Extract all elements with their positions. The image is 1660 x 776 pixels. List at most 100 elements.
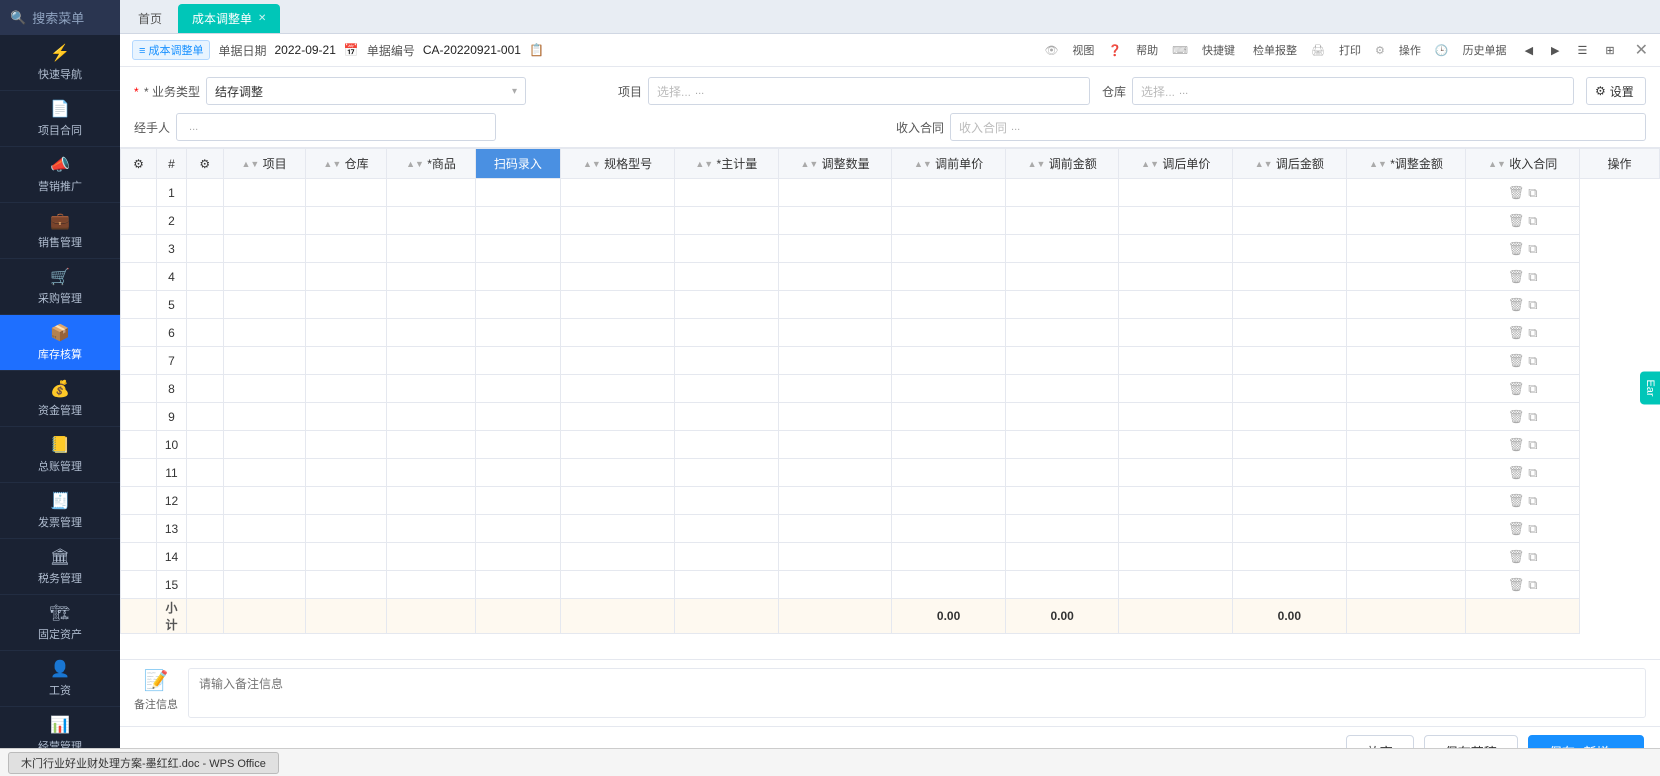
cell-pre_amount-10[interactable] <box>892 431 1006 459</box>
cell-pre_price-5[interactable] <box>778 291 892 319</box>
right-edge-tab[interactable]: Ear <box>1640 371 1660 404</box>
cell-spec-12[interactable] <box>475 487 561 515</box>
cell-project-13[interactable] <box>187 515 224 543</box>
cell-product-1[interactable] <box>305 179 387 207</box>
cell-post_amount-13[interactable] <box>1119 515 1233 543</box>
cell-warehouse-6[interactable] <box>223 319 305 347</box>
cell-product-5[interactable] <box>305 291 387 319</box>
row-delete-6[interactable]: 🗑 <box>1508 325 1525 341</box>
cell-income_contract-8[interactable] <box>1346 375 1466 403</box>
row-copy-7[interactable]: ⧉ <box>1528 353 1537 369</box>
row-delete-2[interactable]: 🗑 <box>1508 213 1525 229</box>
cell-post_amount-3[interactable] <box>1119 235 1233 263</box>
cell-income_contract-12[interactable] <box>1346 487 1466 515</box>
cell-qty-2[interactable] <box>674 207 778 235</box>
th-income_contract[interactable]: ▲▼ 收入合同 <box>1466 149 1580 179</box>
cell-product-2[interactable] <box>305 207 387 235</box>
cell-project-5[interactable] <box>187 291 224 319</box>
cell-income_contract-5[interactable] <box>1346 291 1466 319</box>
cell-project-12[interactable] <box>187 487 224 515</box>
cell-product-4[interactable] <box>305 263 387 291</box>
cell-project-14[interactable] <box>187 543 224 571</box>
cell-scan-11[interactable] <box>387 459 475 487</box>
row-copy-9[interactable]: ⧉ <box>1528 409 1537 425</box>
nav-prev-btn[interactable]: ◀ <box>1521 42 1537 59</box>
cell-post_price-6[interactable] <box>1005 319 1119 347</box>
cell-scan-5[interactable] <box>387 291 475 319</box>
income-contract-input[interactable]: 收入合同 ... <box>950 113 1646 141</box>
cell-income_contract-9[interactable] <box>1346 403 1466 431</box>
cell-post_price-13[interactable] <box>1005 515 1119 543</box>
cell-unit-4[interactable] <box>561 263 675 291</box>
business-type-input[interactable]: 结存调整 ▾ <box>206 77 526 105</box>
cell-unit-7[interactable] <box>561 347 675 375</box>
cell-income_contract-1[interactable] <box>1346 179 1466 207</box>
cell-warehouse-9[interactable] <box>223 403 305 431</box>
th-adjust_amount[interactable]: ▲▼ *调整金额 <box>1346 149 1466 179</box>
cell-qty-5[interactable] <box>674 291 778 319</box>
cell-post_amount-9[interactable] <box>1119 403 1233 431</box>
th-unit[interactable]: ▲▼ *主计量 <box>674 149 778 179</box>
cell-post_price-3[interactable] <box>1005 235 1119 263</box>
cell-pre_price-10[interactable] <box>778 431 892 459</box>
cell-post_price-1[interactable] <box>1005 179 1119 207</box>
cell-post_amount-11[interactable] <box>1119 459 1233 487</box>
layout-btn2[interactable]: ⊞ <box>1601 42 1618 59</box>
row-copy-8[interactable]: ⧉ <box>1528 381 1537 397</box>
cell-warehouse-8[interactable] <box>223 375 305 403</box>
cell-scan-13[interactable] <box>387 515 475 543</box>
settings-btn[interactable]: ⚙ 设置 <box>1586 77 1646 105</box>
cell-spec-8[interactable] <box>475 375 561 403</box>
cell-product-3[interactable] <box>305 235 387 263</box>
sidebar-item-finance-mgmt[interactable]: 💰 资金管理 <box>0 371 120 427</box>
cell-post_price-4[interactable] <box>1005 263 1119 291</box>
cell-scan-14[interactable] <box>387 543 475 571</box>
cell-income_contract-13[interactable] <box>1346 515 1466 543</box>
cell-unit-2[interactable] <box>561 207 675 235</box>
ops-btn[interactable]: 操作 <box>1395 40 1425 60</box>
cell-warehouse-12[interactable] <box>223 487 305 515</box>
cell-pre_amount-2[interactable] <box>892 207 1006 235</box>
cell-spec-3[interactable] <box>475 235 561 263</box>
sidebar-item-tax-mgmt[interactable]: 🏛 税务管理 <box>0 539 120 595</box>
cell-pre_price-9[interactable] <box>778 403 892 431</box>
th-pre_amount[interactable]: ▲▼ 调前金额 <box>1005 149 1119 179</box>
cell-income_contract-6[interactable] <box>1346 319 1466 347</box>
cell-pre_amount-3[interactable] <box>892 235 1006 263</box>
cell-pre_price-7[interactable] <box>778 347 892 375</box>
row-delete-4[interactable]: 🗑 <box>1508 269 1525 285</box>
cell-adjust_amount-6[interactable] <box>1233 319 1347 347</box>
cell-project-11[interactable] <box>187 459 224 487</box>
cell-warehouse-14[interactable] <box>223 543 305 571</box>
cell-product-15[interactable] <box>305 571 387 599</box>
cell-pre_amount-8[interactable] <box>892 375 1006 403</box>
tab-home[interactable]: 首页 <box>124 4 176 33</box>
cell-pre_price-3[interactable] <box>778 235 892 263</box>
view-btn[interactable]: 视图 <box>1068 40 1098 60</box>
cell-warehouse-10[interactable] <box>223 431 305 459</box>
sidebar-item-payroll[interactable]: 👤 工资 <box>0 651 120 707</box>
row-delete-3[interactable]: 🗑 <box>1508 241 1525 257</box>
cell-post_price-8[interactable] <box>1005 375 1119 403</box>
cell-pre_amount-15[interactable] <box>892 571 1006 599</box>
cell-warehouse-3[interactable] <box>223 235 305 263</box>
cell-spec-5[interactable] <box>475 291 561 319</box>
row-copy-6[interactable]: ⧉ <box>1528 325 1537 341</box>
sidebar-item-asset-mgmt[interactable]: 🏗 固定资产 <box>0 595 120 651</box>
cell-project-3[interactable] <box>187 235 224 263</box>
cell-qty-1[interactable] <box>674 179 778 207</box>
cell-product-13[interactable] <box>305 515 387 543</box>
cell-qty-8[interactable] <box>674 375 778 403</box>
cell-pre_price-2[interactable] <box>778 207 892 235</box>
cell-pre_amount-13[interactable] <box>892 515 1006 543</box>
cell-income_contract-4[interactable] <box>1346 263 1466 291</box>
cell-unit-13[interactable] <box>561 515 675 543</box>
row-copy-4[interactable]: ⧉ <box>1528 269 1537 285</box>
cell-unit-15[interactable] <box>561 571 675 599</box>
cell-qty-14[interactable] <box>674 543 778 571</box>
cell-post_amount-12[interactable] <box>1119 487 1233 515</box>
cell-project-2[interactable] <box>187 207 224 235</box>
cell-adjust_amount-7[interactable] <box>1233 347 1347 375</box>
row-delete-9[interactable]: 🗑 <box>1508 409 1525 425</box>
sidebar-item-inventory[interactable]: 📦 库存核算 <box>0 315 120 371</box>
